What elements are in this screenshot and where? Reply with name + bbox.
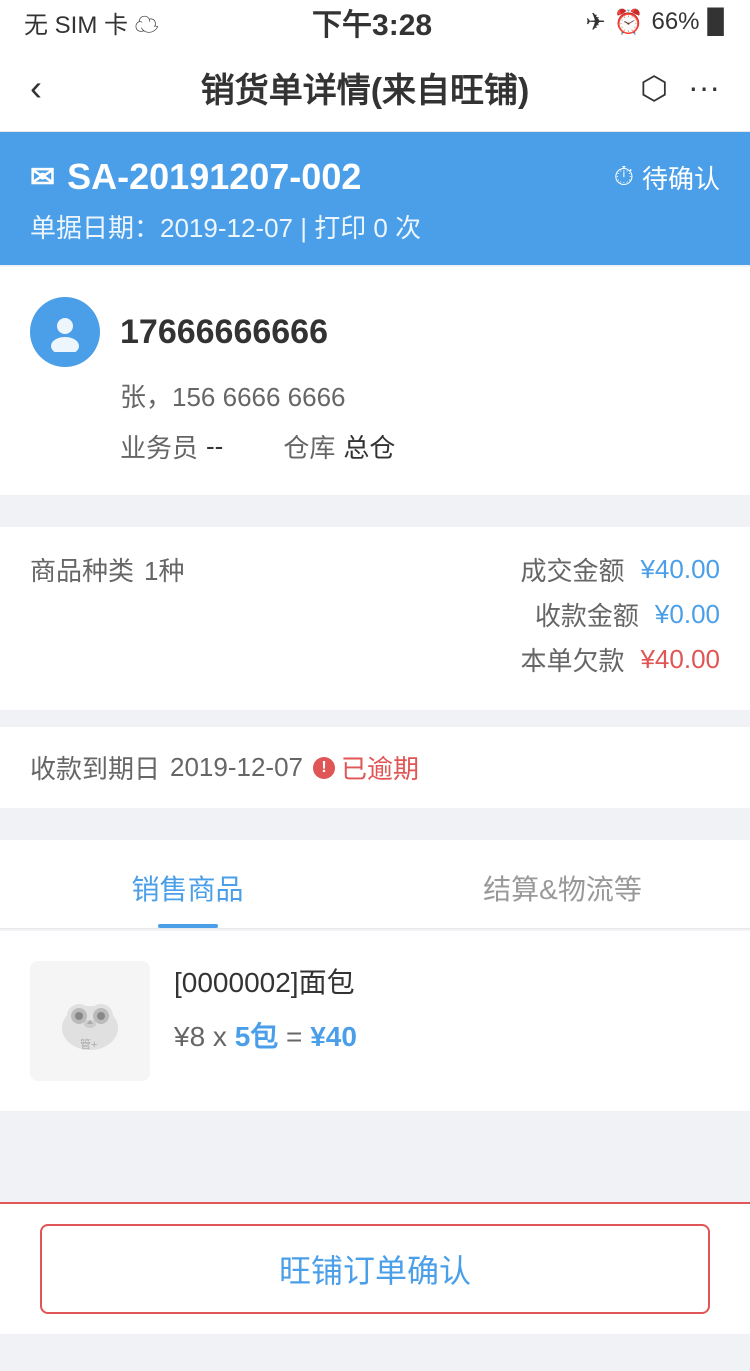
divider-1 — [0, 495, 750, 511]
product-types: 商品种类 1种 — [30, 551, 184, 588]
collection-label: 收款金额 — [535, 596, 639, 633]
product-section: 管+ [0000002]面包 ¥8 x 5包 = ¥40 — [0, 931, 750, 1111]
customer-row: 17666666666 — [30, 297, 720, 367]
sim-status: 无 SIM 卡 ☁ — [24, 5, 159, 40]
nav-bar: ‹ 销货单详情(来自旺铺) ⬡ ··· — [0, 44, 750, 132]
due-date-section: 收款到期日 2019-12-07 ! 已逾期 — [0, 726, 750, 808]
more-button[interactable]: ··· — [688, 69, 720, 106]
battery-level: 66% — [651, 8, 699, 36]
amount-summary: 成交金额 ¥40.00 收款金额 ¥0.00 本单欠款 ¥40.00 — [520, 551, 720, 686]
product-name: [0000002]面包 — [174, 961, 720, 1001]
transaction-label: 成交金额 — [520, 551, 624, 588]
product-price: ¥8 x 5包 = ¥40 — [174, 1015, 720, 1055]
confirm-order-button[interactable]: 旺铺订单确认 — [40, 1224, 710, 1314]
location-icon: ✈ — [585, 8, 605, 37]
warehouse-value: 总仓 — [343, 428, 395, 465]
back-button[interactable]: ‹ — [30, 67, 90, 109]
order-status: ⏱ 待确认 — [614, 159, 720, 196]
order-header-card: ✉ SA-20191207-002 ⏱ 待确认 单据日期：2019-12-07 … — [0, 132, 750, 265]
status-bar: 无 SIM 卡 ☁ 下午3:28 ✈ ⏰ 66% ▉ — [0, 0, 750, 44]
customer-phone: 17666666666 — [120, 313, 328, 352]
product-thumbnail: 管+ — [30, 961, 150, 1081]
equals: = — [278, 1021, 310, 1052]
product-info: [0000002]面包 ¥8 x 5包 = ¥40 — [174, 961, 720, 1055]
salesperson-label: 业务员 — [120, 428, 198, 465]
order-number: ✉ SA-20191207-002 — [30, 156, 361, 198]
transaction-amount-row: 成交金额 ¥40.00 — [520, 551, 720, 588]
customer-meta: 业务员 -- 仓库 总仓 — [120, 428, 720, 465]
tabs-section: 销售商品 结算&物流等 — [0, 840, 750, 929]
transaction-value: ¥40.00 — [640, 554, 720, 585]
bottom-bar: 旺铺订单确认 — [0, 1202, 750, 1334]
total-price: ¥40 — [310, 1021, 357, 1052]
alarm-icon: ⏰ — [614, 8, 644, 37]
balance-row: 本单欠款 ¥40.00 — [520, 641, 720, 678]
status-right: ✈ ⏰ 66% ▉ — [585, 8, 726, 37]
nav-actions: ⬡ ··· — [640, 69, 720, 107]
product-types-value: 1种 — [144, 551, 184, 588]
warehouse-field: 仓库 总仓 — [283, 428, 395, 465]
order-date: 单据日期：2019-12-07 | 打印 0 次 — [30, 208, 720, 245]
customer-name: 张，156 6666 6666 — [120, 377, 720, 414]
page-title: 销货单详情(来自旺铺) — [201, 63, 530, 112]
divider-2 — [0, 808, 750, 824]
status-text: 待确认 — [642, 159, 720, 196]
overdue-icon: ! — [313, 757, 335, 779]
due-date-value: 2019-12-07 — [170, 752, 303, 783]
svg-text:管+: 管+ — [80, 1037, 97, 1051]
warehouse-label: 仓库 — [283, 428, 335, 465]
product-types-label: 商品种类 — [30, 551, 134, 588]
due-date-label: 收款到期日 — [30, 749, 160, 786]
status-left: 无 SIM 卡 ☁ — [24, 5, 159, 40]
overdue-badge: ! 已逾期 — [313, 749, 419, 786]
tab-sales-products[interactable]: 销售商品 — [0, 840, 375, 928]
order-number-text: SA-20191207-002 — [67, 156, 361, 198]
collection-amount-row: 收款金额 ¥0.00 — [520, 596, 720, 633]
salesperson-value: -- — [206, 431, 223, 462]
balance-value: ¥40.00 — [640, 644, 720, 675]
quantity: 5包 — [235, 1021, 279, 1052]
battery-icon: ▉ — [708, 8, 726, 37]
unit-price: ¥8 x — [174, 1021, 235, 1052]
share-button[interactable]: ⬡ — [640, 69, 668, 107]
balance-label: 本单欠款 — [520, 641, 624, 678]
tab-settlement[interactable]: 结算&物流等 — [375, 840, 750, 928]
order-icon: ✉ — [30, 160, 55, 195]
avatar — [30, 297, 100, 367]
clock-icon: ⏱ — [614, 161, 634, 193]
tabs-row: 销售商品 结算&物流等 — [0, 840, 750, 928]
status-time: 下午3:28 — [312, 0, 432, 44]
summary-section: 商品种类 1种 成交金额 ¥40.00 收款金额 ¥0.00 本单欠款 ¥40.… — [0, 527, 750, 710]
collection-value: ¥0.00 — [655, 599, 720, 630]
salesperson-field: 业务员 -- — [120, 428, 223, 465]
product-item: 管+ [0000002]面包 ¥8 x 5包 = ¥40 — [0, 931, 750, 1111]
overdue-text: 已逾期 — [341, 749, 419, 786]
customer-section: 17666666666 张，156 6666 6666 业务员 -- 仓库 总仓 — [0, 267, 750, 495]
